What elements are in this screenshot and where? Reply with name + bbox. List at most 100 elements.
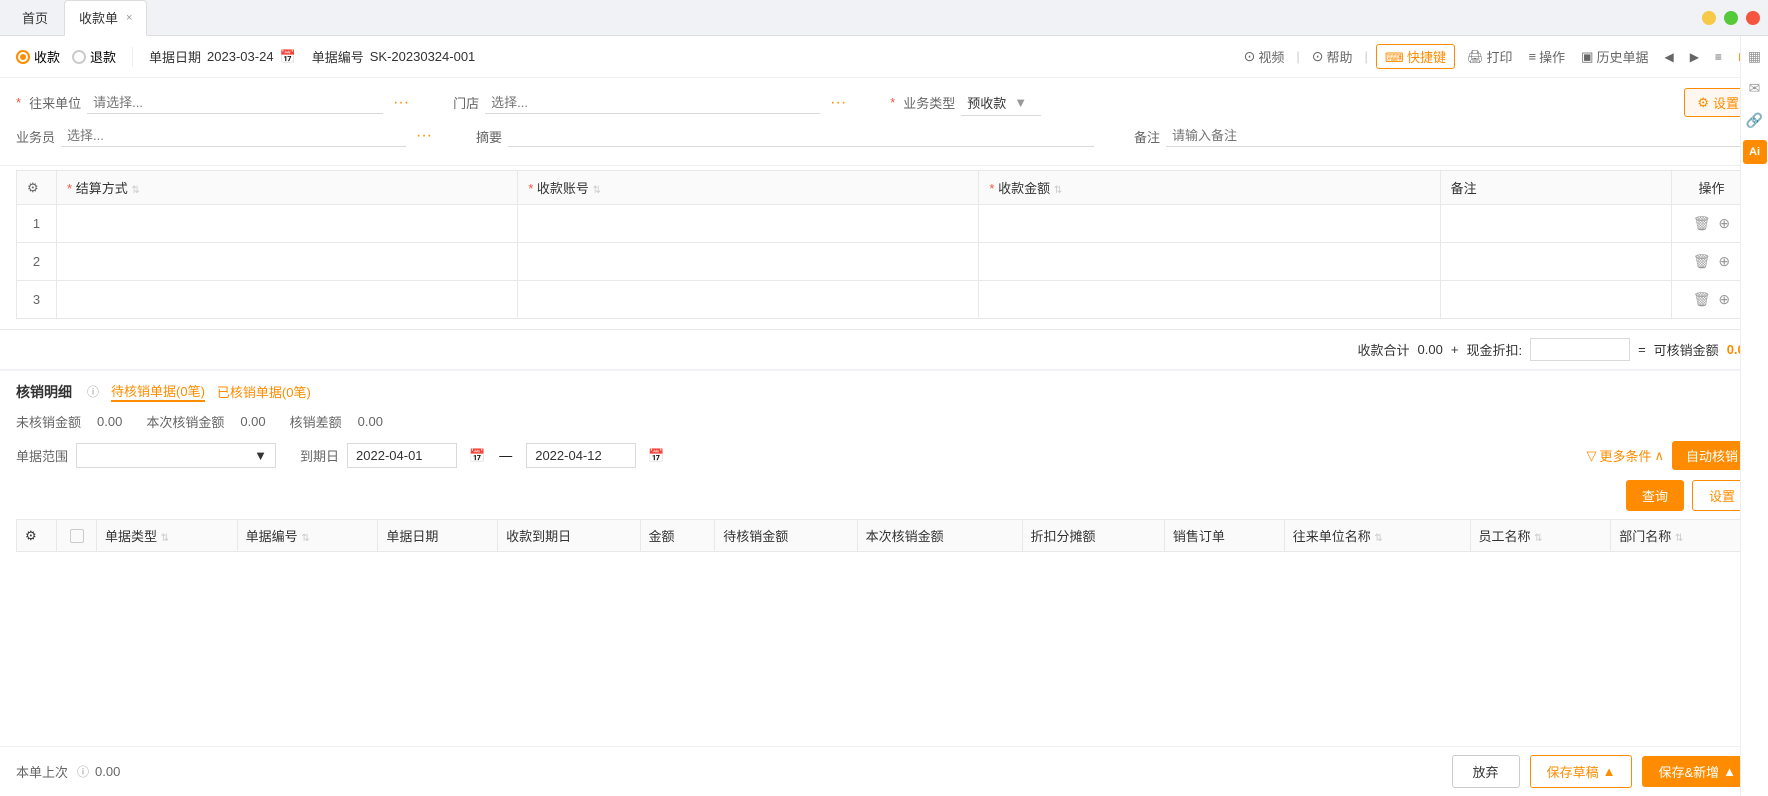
row-2-account[interactable] — [518, 243, 979, 281]
verify-info-icon[interactable]: ⓘ — [87, 383, 99, 400]
row-3-settlement[interactable] — [57, 281, 518, 319]
row-1-delete-icon[interactable]: 🗑 — [1693, 215, 1711, 231]
counterparty-input[interactable] — [87, 92, 383, 114]
shortcut-icon: ⌨ — [1385, 50, 1404, 65]
select-all-checkbox[interactable] — [70, 529, 84, 543]
footer-left: 本单上次 ⓘ 0.00 — [16, 762, 120, 781]
sidebar-ai-icon[interactable]: Ai — [1743, 140, 1767, 164]
staff-input[interactable] — [61, 125, 406, 147]
verify-tab-pending[interactable]: 待核销单据(0笔) — [111, 381, 205, 402]
sort-staff-icon[interactable]: ⇅ — [1534, 533, 1542, 544]
sidebar-table-icon[interactable]: ▦ — [1743, 44, 1767, 68]
bth-due-date: 收款到期日 — [498, 520, 640, 552]
bottom-gear-icon[interactable]: ⚙ — [25, 528, 37, 543]
verify-more-filter: ▽ 更多条件 ∧ 自动核销 — [1586, 441, 1752, 470]
sort-counterparty-icon[interactable]: ⇅ — [1374, 533, 1382, 544]
window-minimize[interactable] — [1702, 11, 1716, 25]
tab-receipt-close[interactable]: × — [126, 12, 132, 24]
row-1-settlement[interactable] — [57, 205, 518, 243]
discount-input[interactable] — [1530, 338, 1630, 361]
discard-btn[interactable]: 放弃 — [1452, 755, 1520, 788]
discard-label: 放弃 — [1473, 765, 1499, 780]
save-new-btn[interactable]: 保存&新增 ▲ — [1642, 756, 1752, 787]
row-1-copy-icon[interactable]: ⊕ — [1718, 215, 1730, 231]
sort-number-icon[interactable]: ⇅ — [301, 533, 309, 544]
sort-dept-icon[interactable]: ⇅ — [1675, 533, 1683, 544]
th-gear[interactable]: ⚙ — [17, 171, 57, 205]
table-row: 1 🗑 ⊕ — [17, 205, 1752, 243]
bth-discount: 折扣分摊额 — [1022, 520, 1164, 552]
row-2-settlement[interactable] — [57, 243, 518, 281]
next-layout-btn[interactable]: ▶ — [1686, 48, 1703, 66]
radio-refund[interactable]: 退款 — [72, 47, 116, 66]
stat-unverified-value: 0.00 — [97, 414, 122, 429]
row-3-account[interactable] — [518, 281, 979, 319]
form-section: * 往来单位 ··· 门店 ··· * 业务类型 预收款 ▼ — [0, 78, 1768, 166]
date-range-dash: — — [499, 448, 512, 463]
range-select[interactable]: ▼ — [76, 443, 276, 468]
date-from-input[interactable] — [347, 443, 457, 468]
shortcut-btn[interactable]: ⌨ 快捷键 — [1376, 44, 1455, 69]
tab-receipt[interactable]: 收款单 × — [64, 0, 147, 36]
tab-home[interactable]: 首页 — [8, 0, 62, 36]
tab-home-label: 首页 — [22, 8, 48, 27]
row-2-amount[interactable] — [979, 243, 1440, 281]
calendar-icon[interactable]: 📅 — [280, 49, 296, 65]
sort-settlement-icon[interactable]: ⇅ — [131, 185, 139, 196]
stat-diff-label: 核销差额 — [290, 412, 342, 431]
query-label: 查询 — [1642, 489, 1668, 504]
main-content: 收款 退款 单据日期 2023-03-24 📅 单据编号 SK-20230324… — [0, 36, 1768, 796]
query-btn[interactable]: 查询 — [1626, 480, 1684, 511]
store-input[interactable] — [485, 92, 820, 114]
radio-receipt[interactable]: 收款 — [16, 47, 60, 66]
video-btn[interactable]: ⊙ 视频 — [1240, 45, 1289, 68]
help-btn[interactable]: ⊙ 帮助 — [1308, 45, 1357, 68]
row-num-1: 1 — [17, 205, 57, 243]
row-3-note[interactable] — [1440, 281, 1671, 319]
prev-layout-btn[interactable]: ◀ — [1660, 48, 1677, 66]
sort-amount-icon[interactable]: ⇅ — [1054, 185, 1062, 196]
sidebar-mail-icon[interactable]: ✉ — [1743, 76, 1767, 100]
counterparty-more-btn[interactable]: ··· — [389, 94, 413, 112]
bth-current: 本次核销金额 — [857, 520, 1022, 552]
row-2-delete-icon[interactable]: 🗑 — [1693, 253, 1711, 269]
row-2-note[interactable] — [1440, 243, 1671, 281]
list-layout-btn[interactable]: ≡ — [1711, 48, 1726, 66]
verify-tab-done[interactable]: 已核销单据(0笔) — [217, 382, 311, 401]
sort-type-icon[interactable]: ⇅ — [161, 533, 169, 544]
biz-type-field: * 业务类型 预收款 ▼ — [890, 90, 1287, 116]
print-btn[interactable]: 🖨 打印 — [1463, 45, 1517, 68]
row-1-amount[interactable] — [979, 205, 1440, 243]
row-1-account[interactable] — [518, 205, 979, 243]
bth-gear[interactable]: ⚙ — [17, 520, 57, 552]
row-2-copy-icon[interactable]: ⊕ — [1718, 253, 1730, 269]
row-3-copy-icon[interactable]: ⊕ — [1718, 291, 1730, 307]
more-filter-link[interactable]: ▽ 更多条件 ∧ — [1586, 446, 1664, 465]
note-input[interactable] — [1166, 125, 1752, 147]
operation-btn[interactable]: ≡ 操作 — [1525, 45, 1570, 68]
save-draft-label: 保存草稿 — [1547, 762, 1599, 781]
save-draft-btn[interactable]: 保存草稿 ▲ — [1530, 755, 1633, 788]
window-close[interactable] — [1746, 11, 1760, 25]
store-more-btn[interactable]: ··· — [826, 94, 850, 112]
row-1-note[interactable] — [1440, 205, 1671, 243]
window-maximize[interactable] — [1724, 11, 1738, 25]
biz-type-select[interactable]: 预收款 ▼ — [961, 90, 1041, 116]
staff-more-btn[interactable]: ··· — [412, 127, 436, 145]
gear-icon[interactable]: ⚙ — [27, 180, 39, 196]
summary-field: 摘要 — [476, 125, 1094, 147]
bth-amount: 金额 — [640, 520, 715, 552]
summary-input[interactable] — [508, 125, 1094, 147]
date-to-input[interactable] — [526, 443, 636, 468]
bth-type: 单据类型 ⇅ — [97, 520, 238, 552]
row-3-delete-icon[interactable]: 🗑 — [1693, 291, 1711, 307]
calendar-from-icon[interactable]: 📅 — [469, 448, 485, 464]
bth-sales-order-label: 销售订单 — [1173, 529, 1225, 544]
history-btn[interactable]: ▣ 历史单据 — [1577, 45, 1652, 68]
row-3-amount[interactable] — [979, 281, 1440, 319]
calendar-to-icon[interactable]: 📅 — [648, 448, 664, 464]
biz-type-value: 预收款 — [967, 93, 1006, 112]
sidebar-link-icon[interactable]: 🔗 — [1743, 108, 1767, 132]
bottom-amount-info-icon[interactable]: ⓘ — [77, 763, 89, 780]
sort-account-icon[interactable]: ⇅ — [593, 185, 601, 196]
